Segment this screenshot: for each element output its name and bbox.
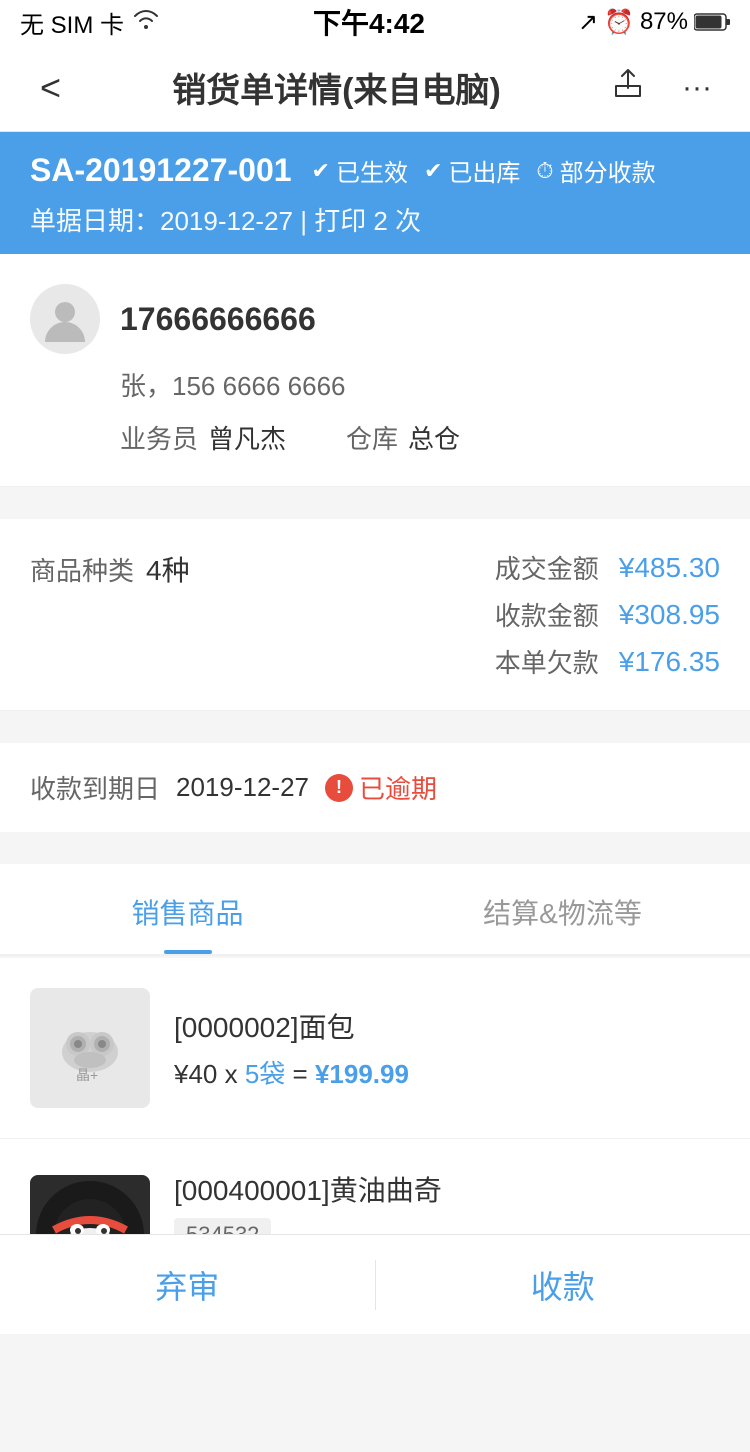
- summary-left: 商品种类 4种: [30, 549, 190, 589]
- divider-3: [0, 832, 750, 848]
- badge-partial: ⏱ 部分收款: [536, 153, 655, 188]
- collect-button[interactable]: 收款: [376, 1242, 750, 1328]
- bottom-spacer: [0, 1332, 750, 1452]
- product-name-1: [0000002]面包: [174, 1006, 720, 1046]
- share-button[interactable]: [602, 58, 654, 118]
- product-image-1: 晶+: [30, 988, 150, 1108]
- wifi-icon: [132, 8, 160, 36]
- deal-value: ¥485.30: [619, 552, 720, 584]
- deal-row: 成交金额 ¥485.30: [495, 549, 720, 586]
- location-icon: ↗: [578, 8, 598, 37]
- due-section: 收款到期日 2019-12-27 ! 已逾期: [0, 743, 750, 832]
- warehouse-item: 仓库 总仓: [346, 419, 460, 456]
- customer-meta: 业务员 曾凡杰 仓库 总仓: [120, 419, 720, 456]
- badge-shipped: ✔ 已出库: [424, 153, 520, 188]
- status-time: 下午4:42: [313, 2, 425, 42]
- customer-info: 张，156 6666 6666: [120, 366, 720, 403]
- alarm-icon: ⏰: [604, 8, 634, 37]
- bottom-bar: 弃审 收款: [0, 1234, 750, 1334]
- divider-2: [0, 711, 750, 727]
- receive-label: 收款金额: [495, 596, 599, 633]
- tabs-row: 销售商品 结算&物流等: [0, 864, 750, 954]
- deal-label: 成交金额: [495, 549, 599, 586]
- price-eq-1: =: [293, 1059, 315, 1089]
- summary-right: 成交金额 ¥485.30 收款金额 ¥308.95 本单欠款 ¥176.35: [495, 549, 720, 680]
- summary-section: 商品种类 4种 成交金额 ¥485.30 收款金额 ¥308.95 本单欠款 ¥…: [0, 519, 750, 711]
- price-total-1: ¥199.99: [315, 1059, 409, 1089]
- overdue-badge: ! 已逾期: [325, 769, 437, 806]
- badge-partial-text: 部分收款: [560, 153, 656, 188]
- salesperson-item: 业务员 曾凡杰: [120, 419, 286, 456]
- product-item-1: 晶+ [0000002]面包 ¥40 x 5袋 = ¥199.99: [0, 958, 750, 1139]
- nav-bar: < 销货单详情(来自电脑) ···: [0, 44, 750, 132]
- product-price-1: ¥40 x 5袋 = ¥199.99: [174, 1054, 720, 1091]
- due-date: 2019-12-27: [176, 772, 309, 803]
- due-label: 收款到期日: [30, 769, 160, 806]
- status-left: 无 SIM 卡: [20, 5, 160, 40]
- tab-sales-products[interactable]: 销售商品: [0, 864, 375, 954]
- owe-value: ¥176.35: [619, 646, 720, 678]
- battery-icon: [694, 12, 730, 32]
- tabs-section: 销售商品 结算&物流等: [0, 864, 750, 956]
- banner-top: SA-20191227-001 ✔ 已生效 ✔ 已出库 ⏱ 部分收款: [30, 152, 720, 189]
- warehouse-value: 总仓: [408, 419, 460, 456]
- overdue-text: 已逾期: [359, 769, 437, 806]
- warehouse-label: 仓库: [346, 419, 398, 456]
- banner-date: 单据日期：2019-12-27 | 打印 2 次: [30, 201, 720, 238]
- badge-effective-text: 已生效: [336, 153, 408, 188]
- carrier-text: 无 SIM 卡: [20, 5, 124, 40]
- salesperson-label: 业务员: [120, 419, 198, 456]
- check-icon-2: ✔: [424, 158, 442, 184]
- badge-effective: ✔ 已生效: [312, 153, 408, 188]
- summary-row: 商品种类 4种 成交金额 ¥485.30 收款金额 ¥308.95 本单欠款 ¥…: [30, 549, 720, 680]
- clock-icon: ⏱: [536, 158, 553, 184]
- price-qty-1: 5袋: [245, 1059, 285, 1089]
- tab-settlement-label: 结算&物流等: [483, 898, 642, 929]
- banner-badges: ✔ 已生效 ✔ 已出库 ⏱ 部分收款: [312, 153, 656, 188]
- more-button[interactable]: ···: [674, 63, 720, 113]
- price-base-1: ¥40 x: [174, 1059, 245, 1089]
- receive-value: ¥308.95: [619, 599, 720, 631]
- product-name-2: [000400001]黄油曲奇: [174, 1169, 720, 1209]
- overdue-icon: !: [325, 774, 353, 802]
- owe-label: 本单欠款: [495, 643, 599, 680]
- product-info-1: [0000002]面包 ¥40 x 5袋 = ¥199.99: [174, 1006, 720, 1091]
- nav-actions: ···: [602, 58, 720, 118]
- check-icon: ✔: [312, 158, 330, 184]
- divider-1: [0, 487, 750, 503]
- header-banner: SA-20191227-001 ✔ 已生效 ✔ 已出库 ⏱ 部分收款 单据日期：…: [0, 132, 750, 254]
- salesperson-value: 曾凡杰: [208, 419, 286, 456]
- page-title: 销货单详情(来自电脑): [172, 63, 501, 112]
- customer-row: 17666666666: [30, 284, 720, 354]
- tab-settlement[interactable]: 结算&物流等: [375, 864, 750, 954]
- status-bar: 无 SIM 卡 下午4:42 ↗ ⏰ 87%: [0, 0, 750, 44]
- battery-text: 87%: [640, 8, 688, 36]
- type-label: 商品种类: [30, 551, 134, 588]
- status-right: ↗ ⏰ 87%: [578, 8, 730, 37]
- badge-shipped-text: 已出库: [448, 153, 520, 188]
- back-button[interactable]: <: [30, 57, 71, 119]
- customer-section: 17666666666 张，156 6666 6666 业务员 曾凡杰 仓库 总…: [0, 254, 750, 487]
- svg-text:晶+: 晶+: [76, 1067, 98, 1083]
- customer-phone: 17666666666: [120, 301, 316, 338]
- tab-sales-label: 销售商品: [131, 898, 243, 929]
- type-value: 4种: [146, 549, 190, 589]
- receive-row: 收款金额 ¥308.95: [495, 596, 720, 633]
- order-id: SA-20191227-001: [30, 152, 292, 189]
- reject-button[interactable]: 弃审: [0, 1242, 375, 1328]
- customer-avatar: [30, 284, 100, 354]
- owe-row: 本单欠款 ¥176.35: [495, 643, 720, 680]
